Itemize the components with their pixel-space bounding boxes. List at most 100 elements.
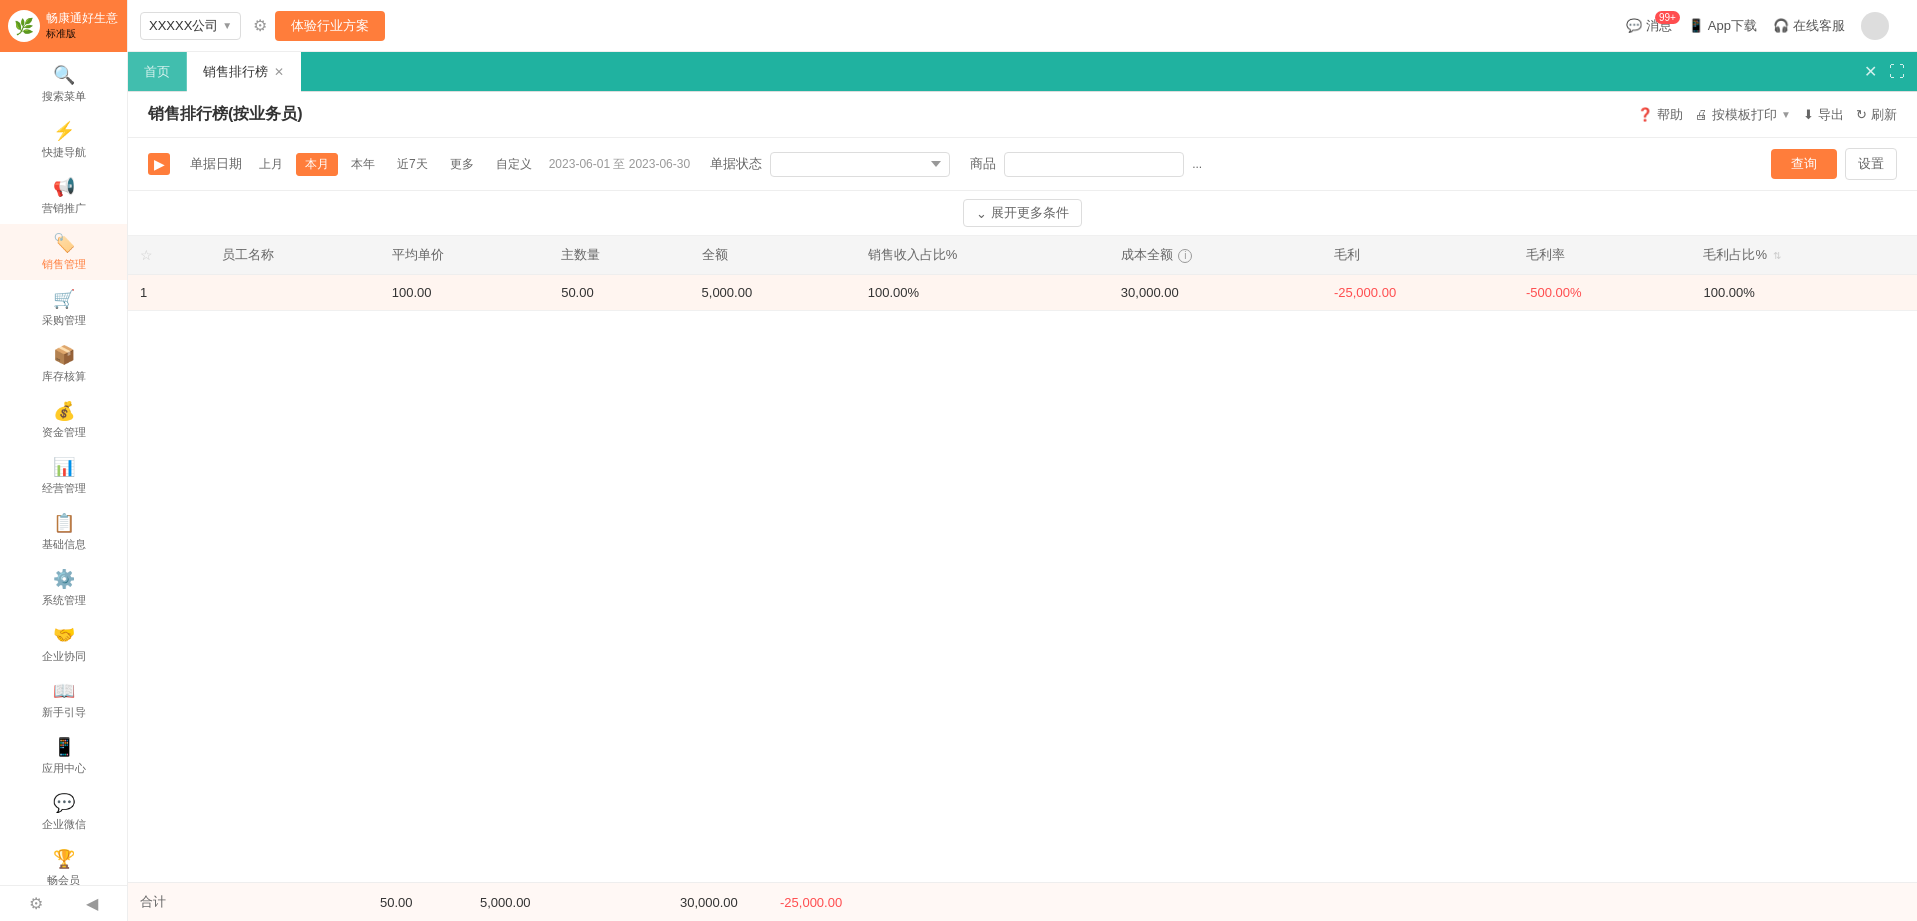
print-icon: 🖨 (1695, 107, 1708, 122)
settings-button[interactable]: 设置 (1845, 148, 1897, 180)
cost-info-icon[interactable]: i (1178, 249, 1192, 263)
th-gross: 毛利 (1322, 236, 1514, 275)
tab-close-icon[interactable]: ✕ (274, 65, 284, 79)
refresh-button[interactable]: ↻ 刷新 (1856, 106, 1897, 124)
sidebar-item-basic[interactable]: 📋 基础信息 (0, 504, 127, 560)
topbar-right: 💬 消息 99+ 📱 App下载 🎧 在线客服 (1626, 12, 1905, 40)
app-icon: 📱 (1688, 18, 1704, 33)
apps-icon: 📱 (53, 736, 75, 758)
sidebar-label-search: 搜索菜单 (42, 89, 86, 104)
sidebar-label-inventory: 库存核算 (42, 369, 86, 384)
status-filter-section: 单据状态 (710, 152, 950, 177)
date-tab-this-month[interactable]: 本月 (296, 153, 338, 176)
settings-icon[interactable]: ⚙ (253, 16, 267, 35)
date-filter-section: 单据日期 上月 本月 本年 近7天 更多 自定义 2023-06-01 至 20… (190, 153, 690, 176)
cell-gross-rate: -500.00% (1514, 275, 1692, 311)
cell-gross: -25,000.00 (1322, 275, 1514, 311)
cell-qty: 50.00 (549, 275, 689, 311)
avatar[interactable] (1861, 12, 1889, 40)
sidebar-item-operation[interactable]: 📊 经营管理 (0, 448, 127, 504)
th-name: 员工名称 (210, 236, 379, 275)
message-button[interactable]: 💬 消息 99+ (1626, 17, 1672, 35)
sidebar-collapse-button[interactable]: ◀ (86, 894, 98, 913)
print-button[interactable]: 🖨 按模板打印 ▼ (1695, 106, 1791, 124)
main-area: XXXXX公司 ▼ ⚙ 体验行业方案 💬 消息 99+ 📱 App下载 🎧 在线… (128, 0, 1917, 921)
sidebar-item-quick[interactable]: ⚡ 快捷导航 (0, 112, 127, 168)
finance-icon: 💰 (53, 400, 75, 422)
date-range: 2023-06-01 至 2023-06-30 (549, 156, 690, 173)
page-title: 销售排行榜(按业务员) (148, 104, 303, 125)
date-tab-this-year[interactable]: 本年 (342, 153, 384, 176)
trial-button[interactable]: 体验行业方案 (275, 11, 385, 41)
export-label: 导出 (1818, 106, 1844, 124)
sidebar-settings-button[interactable]: ⚙ (29, 894, 43, 913)
guide-icon: 📖 (53, 680, 75, 702)
th-cost: 成本全额 i (1109, 236, 1322, 275)
sidebar-item-member[interactable]: 🏆 畅会员 (0, 840, 127, 885)
sidebar-item-purchase[interactable]: 🛒 采购管理 (0, 280, 127, 336)
help-button[interactable]: ❓ 帮助 (1637, 106, 1683, 124)
maximize-icon[interactable]: ⛶ (1889, 63, 1905, 81)
sidebar-item-inventory[interactable]: 📦 库存核算 (0, 336, 127, 392)
sidebar-item-marketing[interactable]: 📢 营销推广 (0, 168, 127, 224)
goods-filter-section: 商品 ... (970, 152, 1202, 177)
sidebar-item-guide[interactable]: 📖 新手引导 (0, 672, 127, 728)
goods-filter-input[interactable] (1004, 152, 1184, 177)
date-tab-custom[interactable]: 自定义 (487, 153, 541, 176)
cell-amount: 5,000.00 (690, 275, 856, 311)
tab-home[interactable]: 首页 (128, 52, 187, 92)
sidebar-label-quick: 快捷导航 (42, 145, 86, 160)
status-filter-select[interactable] (770, 152, 950, 177)
company-selector[interactable]: XXXXX公司 ▼ (140, 12, 241, 40)
inventory-icon: 📦 (53, 344, 75, 366)
cell-cost: 30,000.00 (1109, 275, 1322, 311)
tab-sales-rank[interactable]: 销售排行榜 ✕ (187, 52, 301, 92)
table-row: 1 100.00 50.00 5,000.00 100.00% 30,000.0… (128, 275, 1917, 311)
th-gross-rate: 毛利率 (1514, 236, 1692, 275)
company-name: XXXXX公司 (149, 17, 218, 35)
th-rank: ☆ (128, 236, 210, 275)
purchase-icon: 🛒 (53, 288, 75, 310)
sales-icon: 🏷️ (53, 232, 75, 254)
sort-icon[interactable]: ⇅ (1773, 250, 1781, 261)
sidebar-item-finance[interactable]: 💰 资金管理 (0, 392, 127, 448)
export-button[interactable]: ⬇ 导出 (1803, 106, 1844, 124)
sidebar-label-marketing: 营销推广 (42, 201, 86, 216)
filter-collapse-button[interactable]: ▶ (148, 153, 170, 175)
date-tab-more[interactable]: 更多 (441, 153, 483, 176)
app-label: App下载 (1708, 17, 1757, 35)
print-label: 按模板打印 (1712, 106, 1777, 124)
topbar: XXXXX公司 ▼ ⚙ 体验行业方案 💬 消息 99+ 📱 App下载 🎧 在线… (128, 0, 1917, 52)
sidebar-item-sales[interactable]: 🏷️ 销售管理 (0, 224, 127, 280)
goods-filter-more[interactable]: ... (1192, 157, 1202, 171)
sidebar-label-apps: 应用中心 (42, 761, 86, 776)
sidebar-item-search[interactable]: 🔍 搜索菜单 (0, 56, 127, 112)
search-icon: 🔍 (53, 64, 75, 86)
app-download-button[interactable]: 📱 App下载 (1688, 17, 1757, 35)
page-actions: ❓ 帮助 🖨 按模板打印 ▼ ⬇ 导出 ↻ 刷新 (1637, 106, 1897, 124)
sidebar-item-system[interactable]: ⚙️ 系统管理 (0, 560, 127, 616)
th-qty: 主数量 (549, 236, 689, 275)
page-header: 销售排行榜(按业务员) ❓ 帮助 🖨 按模板打印 ▼ ⬇ 导出 (128, 92, 1917, 138)
cell-sales-pct: 100.00% (856, 275, 1109, 311)
sidebar-item-wechat[interactable]: 💬 企业微信 (0, 784, 127, 840)
marketing-icon: 📢 (53, 176, 75, 198)
date-tabs: 上月 本月 本年 近7天 更多 自定义 (250, 153, 541, 176)
cell-rank: 1 (128, 275, 210, 311)
sidebar-logo: 🌿 畅康通好生意 标准版 (0, 0, 127, 52)
operation-icon: 📊 (53, 456, 75, 478)
service-label: 在线客服 (1793, 17, 1845, 35)
query-button[interactable]: 查询 (1771, 149, 1837, 179)
close-window-icon[interactable]: ✕ (1864, 62, 1877, 81)
sidebar-item-collab[interactable]: 🤝 企业协同 (0, 616, 127, 672)
sidebar-label-operation: 经营管理 (42, 481, 86, 496)
expand-button[interactable]: ⌄ 展开更多条件 (963, 199, 1082, 227)
online-service-button[interactable]: 🎧 在线客服 (1773, 17, 1845, 35)
sidebar-item-apps[interactable]: 📱 应用中心 (0, 728, 127, 784)
star-icon[interactable]: ☆ (140, 247, 153, 263)
date-tab-last-month[interactable]: 上月 (250, 153, 292, 176)
th-sales-pct: 销售收入占比% (856, 236, 1109, 275)
data-table: ☆ 员工名称 平均单价 主数量 全额 销售收入占比% 成本全额 i 毛利 毛利率 (128, 236, 1917, 311)
sidebar-label-finance: 资金管理 (42, 425, 86, 440)
date-tab-7days[interactable]: 近7天 (388, 153, 437, 176)
